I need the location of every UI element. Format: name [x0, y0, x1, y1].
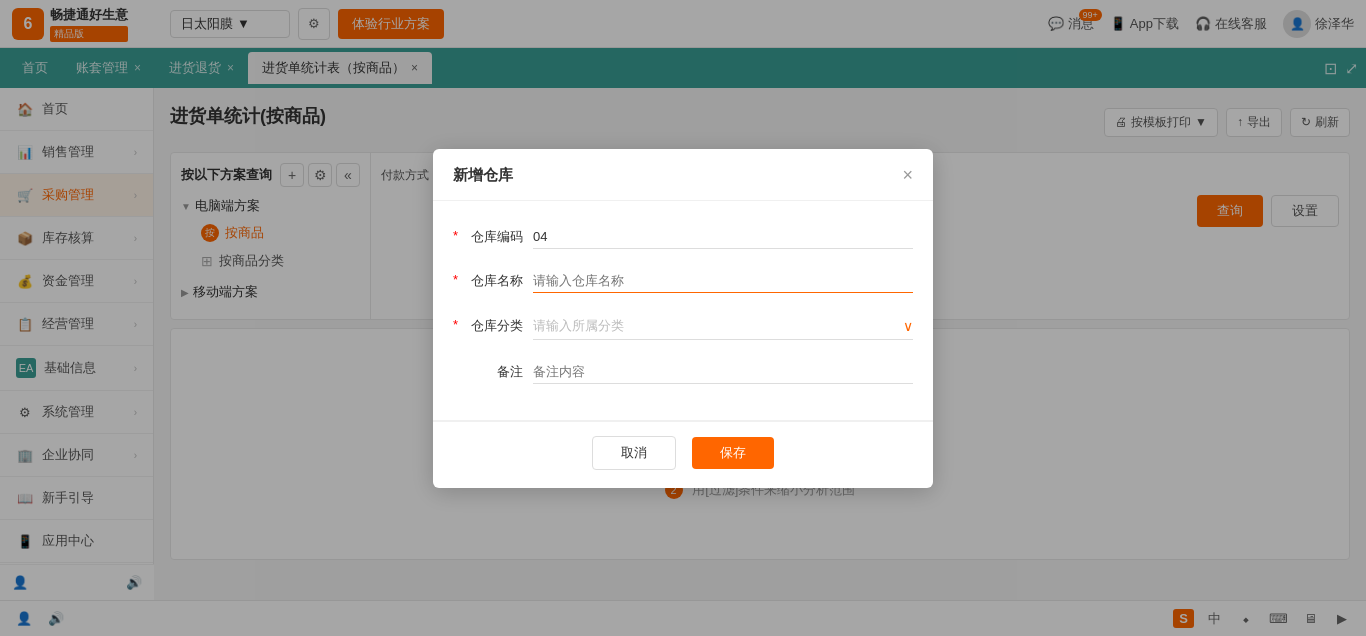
modal-footer: 取消 保存	[433, 421, 933, 488]
new-warehouse-modal: 新增仓库 × 仓库编码 仓库名称 仓库分类 请输入所属分类 ∨	[433, 149, 933, 488]
name-field-label: 仓库名称	[453, 272, 533, 290]
category-select-chevron-icon: ∨	[903, 318, 913, 334]
category-field-label: 仓库分类	[453, 317, 533, 335]
modal-close-icon[interactable]: ×	[902, 165, 913, 186]
form-row-name: 仓库名称	[453, 269, 913, 293]
save-button[interactable]: 保存	[692, 437, 774, 469]
form-row-remark: 备注	[453, 360, 913, 384]
modal-body: 仓库编码 仓库名称 仓库分类 请输入所属分类 ∨ 备注	[433, 201, 933, 420]
category-select[interactable]: 请输入所属分类 ∨	[533, 313, 913, 340]
remark-field-label: 备注	[453, 363, 533, 381]
form-row-code: 仓库编码	[453, 225, 913, 249]
code-field-label: 仓库编码	[453, 228, 533, 246]
code-input[interactable]	[533, 225, 913, 249]
form-row-category: 仓库分类 请输入所属分类 ∨	[453, 313, 913, 340]
cancel-button[interactable]: 取消	[592, 436, 676, 470]
modal-overlay: 新增仓库 × 仓库编码 仓库名称 仓库分类 请输入所属分类 ∨	[0, 0, 1366, 636]
name-input[interactable]	[533, 269, 913, 293]
modal-header: 新增仓库 ×	[433, 149, 933, 201]
modal-title: 新增仓库	[453, 166, 513, 185]
remark-input[interactable]	[533, 360, 913, 384]
category-select-placeholder: 请输入所属分类	[533, 317, 624, 335]
